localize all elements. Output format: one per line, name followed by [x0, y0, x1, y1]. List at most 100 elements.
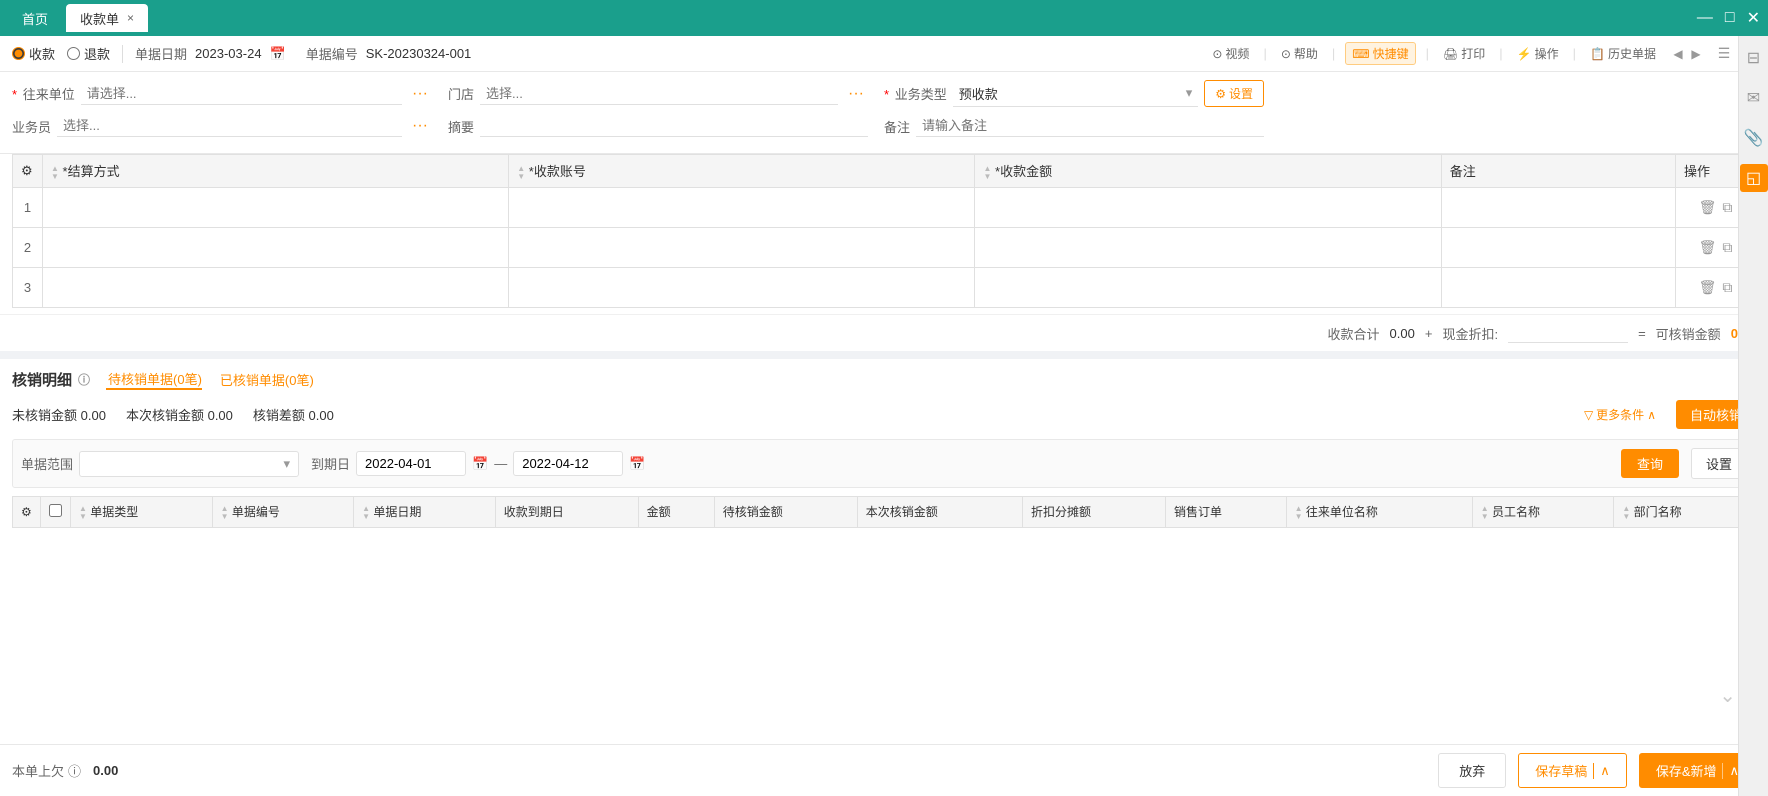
receipt-radio[interactable]: 收款: [12, 44, 55, 63]
minimize-btn[interactable]: —: [1697, 9, 1713, 27]
staff-more-icon[interactable]: ···: [408, 117, 432, 135]
col-gear[interactable]: ⚙: [13, 155, 43, 188]
date-from-input[interactable]: [356, 451, 466, 476]
discount-input[interactable]: [1508, 323, 1628, 343]
partner-label: * 往来单位: [12, 84, 75, 103]
cell-account-2[interactable]: [509, 227, 975, 267]
help-btn[interactable]: ⊙ 帮助: [1277, 43, 1322, 64]
note-input[interactable]: [916, 115, 1264, 137]
table-row: 2 🗑 ⧉: [13, 227, 1756, 267]
bottom-section: 核销明细 ⓘ 待核销单据(0笔) 已核销单据(0笔) 未核销金额 0.00 本次…: [0, 359, 1768, 538]
sidebar-attach-icon[interactable]: 📎: [1740, 124, 1768, 152]
history-btn[interactable]: 📋 历史单据: [1586, 43, 1660, 64]
list-view-btn[interactable]: ☰: [1714, 44, 1734, 64]
cal-to-icon[interactable]: 📅: [629, 456, 645, 472]
nav-prev[interactable]: ◀: [1670, 46, 1686, 62]
save-draft-dropdown-icon[interactable]: ∧: [1593, 763, 1610, 779]
col-b-check[interactable]: [41, 497, 71, 528]
cell-account-1[interactable]: [509, 187, 975, 227]
cell-settle-3[interactable]: [43, 267, 509, 307]
query-btn[interactable]: 查询: [1621, 449, 1679, 478]
range-select[interactable]: ▾: [79, 451, 299, 477]
eq-sign: =: [1638, 326, 1646, 341]
operations-btn[interactable]: ⚡ 操作: [1513, 43, 1563, 64]
settings-button[interactable]: ⚙ 设置: [1204, 80, 1264, 107]
delete-icon-2[interactable]: 🗑: [1699, 239, 1717, 256]
store-more-icon[interactable]: ···: [844, 85, 868, 103]
video-icon: ⊙: [1212, 47, 1222, 61]
copy-icon-1[interactable]: ⧉: [1722, 199, 1732, 216]
nav-next[interactable]: ▶: [1688, 46, 1704, 62]
partner-input[interactable]: [81, 83, 402, 105]
cell-amount-2[interactable]: [975, 227, 1441, 267]
cell-amount-3[interactable]: [975, 267, 1441, 307]
verify-table: ⚙ ▲▼ 单据类型 ▲▼ 单据编号: [12, 496, 1756, 528]
filter-icon: ▽: [1584, 408, 1593, 422]
select-all-checkbox[interactable]: [49, 504, 62, 517]
date-to-input[interactable]: [513, 451, 623, 476]
abandon-btn[interactable]: 放弃: [1438, 753, 1506, 788]
cal-from-icon[interactable]: 📅: [472, 456, 488, 472]
staff-input[interactable]: [57, 115, 402, 137]
more-filter-btn[interactable]: ▽ 更多条件 ∧: [1584, 406, 1656, 423]
business-type-field: * 业务类型 预收款 ▾ ⚙ 设置: [884, 80, 1264, 107]
summary-input[interactable]: [480, 115, 868, 137]
done-tab[interactable]: 已核销单据(0笔): [218, 370, 314, 389]
scroll-indicator: ⌄: [1719, 683, 1736, 708]
range-field: 单据范围 ▾: [21, 451, 299, 477]
section-title: 核销明细 ⓘ: [12, 369, 90, 390]
cell-note-3[interactable]: [1441, 267, 1675, 307]
number-value: SK-20230324-001: [366, 46, 472, 61]
section-divider: [0, 351, 1768, 359]
col-b-current: 本次核销金额: [857, 497, 1022, 528]
delete-icon-1[interactable]: 🗑: [1699, 199, 1717, 216]
bottom-table-area: ⚙ ▲▼ 单据类型 ▲▼ 单据编号: [12, 496, 1756, 528]
total-value: 0.00: [1390, 326, 1415, 341]
due-date-field: 到期日 📅 — 📅: [311, 451, 645, 476]
store-label: 门店: [448, 84, 474, 103]
video-btn[interactable]: ⊙ 视频: [1208, 43, 1253, 64]
cell-amount-1[interactable]: [975, 187, 1441, 227]
sidebar-mail-icon[interactable]: ✉: [1743, 84, 1764, 112]
tab-receipt[interactable]: 收款单 ×: [66, 4, 148, 32]
print-btn[interactable]: 🖨 打印: [1439, 43, 1489, 64]
copy-icon-2[interactable]: ⧉: [1722, 239, 1732, 256]
col-b-gear[interactable]: ⚙: [13, 497, 41, 528]
form-row-1: * 往来单位 ··· 门店 ··· *: [12, 80, 1756, 107]
save-new-dropdown-icon[interactable]: ∧: [1722, 763, 1739, 779]
store-input[interactable]: [480, 83, 838, 105]
store-field: 门店 ···: [448, 83, 868, 105]
cell-note-1[interactable]: [1441, 187, 1675, 227]
shortcut-btn[interactable]: ⌨ 快捷键: [1345, 42, 1415, 65]
footer-info-icon[interactable]: ⓘ: [68, 761, 81, 780]
range-label: 单据范围: [21, 454, 73, 473]
sidebar-expand-icon[interactable]: ◱: [1740, 164, 1768, 192]
partner-more-icon[interactable]: ···: [408, 85, 432, 103]
cell-note-2[interactable]: [1441, 227, 1675, 267]
stats-row: 未核销金额 0.00 本次核销金额 0.00 核销差额 0.00 ▽ 更多条件 …: [12, 400, 1756, 429]
top-toolbar: 收款 退款 单据日期 2023-03-24 📅 单据编号 SK-20230324…: [0, 36, 1768, 72]
shortcut-icon: ⌨: [1352, 47, 1369, 61]
tab-home[interactable]: 首页: [8, 4, 62, 32]
calendar-icon[interactable]: 📅: [270, 46, 286, 62]
footer: 本单上欠 ⓘ 0.00 放弃 保存草稿 ∧ 保存&新增 ∧: [0, 744, 1768, 796]
col-amount: ▲▼ *收款金额: [975, 155, 1441, 188]
copy-icon-3[interactable]: ⧉: [1722, 279, 1732, 296]
cell-settle-2[interactable]: [43, 227, 509, 267]
refund-label: 退款: [84, 44, 110, 63]
row-num-3: 3: [13, 267, 43, 307]
pending-tab[interactable]: 待核销单据(0笔): [106, 369, 202, 390]
filter-fields: 单据范围 ▾ 到期日 📅 — 📅 查询: [12, 439, 1756, 488]
cell-settle-1[interactable]: [43, 187, 509, 227]
save-draft-btn[interactable]: 保存草稿 ∧: [1518, 753, 1627, 788]
business-type-select[interactable]: 预收款 ▾: [953, 81, 1199, 107]
tab-close-icon[interactable]: ×: [127, 11, 134, 25]
close-btn[interactable]: ✕: [1747, 8, 1760, 28]
sidebar-table-icon[interactable]: ⊟: [1743, 44, 1764, 72]
refund-radio[interactable]: 退款: [67, 44, 110, 63]
maximize-btn[interactable]: □: [1725, 9, 1735, 27]
delete-icon-3[interactable]: 🗑: [1699, 279, 1717, 296]
info-icon[interactable]: ⓘ: [78, 371, 90, 388]
col-note: 备注: [1441, 155, 1675, 188]
cell-account-3[interactable]: [509, 267, 975, 307]
